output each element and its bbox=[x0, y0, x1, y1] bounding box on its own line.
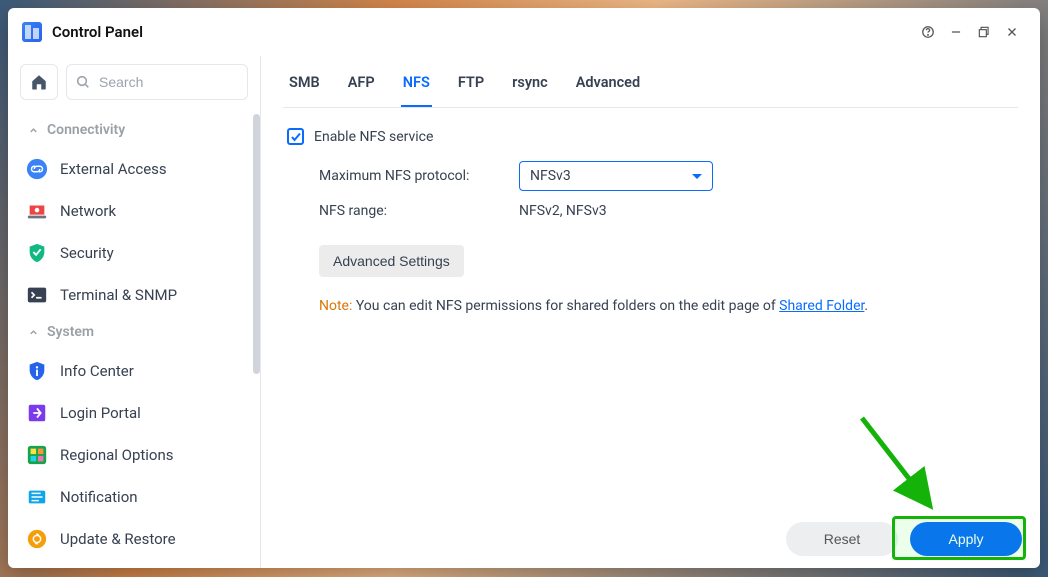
sidebar-item-label: Security bbox=[60, 244, 114, 262]
sidebar-item-label: Update & Restore bbox=[60, 530, 176, 548]
nfs-range-label: NFS range: bbox=[319, 203, 519, 219]
enable-nfs-label: Enable NFS service bbox=[314, 129, 433, 145]
reset-button[interactable]: Reset bbox=[786, 522, 898, 556]
sidebar-item-label: Notification bbox=[60, 488, 138, 506]
chevron-up-icon bbox=[28, 327, 39, 338]
sidebar-scroll: Connectivity External Access Network Securi… bbox=[8, 114, 260, 568]
sidebar: Connectivity External Access Network Securi… bbox=[8, 56, 261, 568]
nfs-content: Enable NFS service Maximum NFS protocol:… bbox=[283, 108, 1018, 317]
sidebar-item-label: Terminal & SNMP bbox=[60, 286, 177, 304]
home-button[interactable] bbox=[20, 64, 58, 100]
checkbox-icon bbox=[287, 128, 304, 145]
sidebar-item-label: Info Center bbox=[60, 362, 134, 380]
section-header[interactable]: Connectivity bbox=[8, 114, 260, 148]
globe-icon bbox=[26, 444, 48, 466]
tab-ftp[interactable]: FTP bbox=[456, 74, 486, 107]
sidebar-item-info-center[interactable]: Info Center bbox=[8, 350, 260, 392]
main-panel: SMB AFP NFS FTP rsync Advanced Enable NFS ser… bbox=[261, 56, 1040, 568]
advanced-settings-button[interactable]: Advanced Settings bbox=[319, 245, 464, 277]
tab-advanced[interactable]: Advanced bbox=[574, 74, 642, 107]
home-icon bbox=[30, 73, 48, 91]
scrollbar-thumb[interactable] bbox=[253, 114, 260, 374]
footer-buttons: Reset Apply bbox=[786, 522, 1022, 556]
refresh-icon bbox=[26, 528, 48, 550]
minimize-button[interactable] bbox=[942, 18, 970, 46]
terminal-icon bbox=[26, 284, 48, 306]
control-panel-window: Control Panel Connectivity External Acces… bbox=[8, 8, 1040, 568]
sidebar-item-label: Regional Options bbox=[60, 446, 174, 464]
close-button[interactable] bbox=[998, 18, 1026, 46]
tab-rsync[interactable]: rsync bbox=[510, 74, 550, 107]
sidebar-item-login-portal[interactable]: Login Portal bbox=[8, 392, 260, 434]
tab-smb[interactable]: SMB bbox=[287, 74, 322, 107]
shield-icon bbox=[26, 242, 48, 264]
sidebar-item-update-restore[interactable]: Update & Restore bbox=[8, 518, 260, 560]
sidebar-item-network[interactable]: Network bbox=[8, 190, 260, 232]
chevron-up-icon bbox=[28, 125, 39, 136]
sidebar-item-security[interactable]: Security bbox=[8, 232, 260, 274]
maximize-button[interactable] bbox=[970, 18, 998, 46]
help-button[interactable] bbox=[914, 18, 942, 46]
sidebar-item-regional-options[interactable]: Regional Options bbox=[8, 434, 260, 476]
section-header[interactable]: System bbox=[8, 316, 260, 350]
max-proto-select[interactable]: NFSv3 bbox=[519, 161, 713, 191]
sidebar-item-label: Login Portal bbox=[60, 404, 141, 422]
enable-nfs-checkbox[interactable]: Enable NFS service bbox=[287, 128, 1014, 145]
sidebar-item-external-access[interactable]: External Access bbox=[8, 148, 260, 190]
search-icon bbox=[75, 74, 91, 90]
search-input[interactable] bbox=[66, 64, 248, 100]
sidebar-item-label: External Access bbox=[60, 160, 167, 178]
info-icon bbox=[26, 360, 48, 382]
nfs-range-value: NFSv2, NFSv3 bbox=[519, 203, 607, 219]
body: Connectivity External Access Network Securi… bbox=[8, 56, 1040, 568]
tab-afp[interactable]: AFP bbox=[346, 74, 377, 107]
link-icon bbox=[26, 158, 48, 180]
apply-button[interactable]: Apply bbox=[910, 522, 1022, 556]
portal-icon bbox=[26, 402, 48, 424]
network-icon bbox=[26, 200, 48, 222]
titlebar: Control Panel bbox=[8, 8, 1040, 56]
annotation-arrow bbox=[852, 412, 942, 522]
window-title: Control Panel bbox=[52, 23, 143, 41]
sidebar-item-terminal-snmp[interactable]: Terminal & SNMP bbox=[8, 274, 260, 316]
shared-folder-link[interactable]: Shared Folder bbox=[779, 298, 864, 314]
sidebar-item-label: Network bbox=[60, 202, 116, 220]
app-icon bbox=[22, 22, 42, 42]
tab-nfs[interactable]: NFS bbox=[401, 74, 432, 107]
bell-icon bbox=[26, 486, 48, 508]
max-proto-label: Maximum NFS protocol: bbox=[319, 168, 519, 184]
sidebar-item-notification[interactable]: Notification bbox=[8, 476, 260, 518]
tab-bar: SMB AFP NFS FTP rsync Advanced bbox=[283, 56, 1018, 108]
note-text: Note: You can edit NFS permissions for s… bbox=[319, 295, 1014, 317]
